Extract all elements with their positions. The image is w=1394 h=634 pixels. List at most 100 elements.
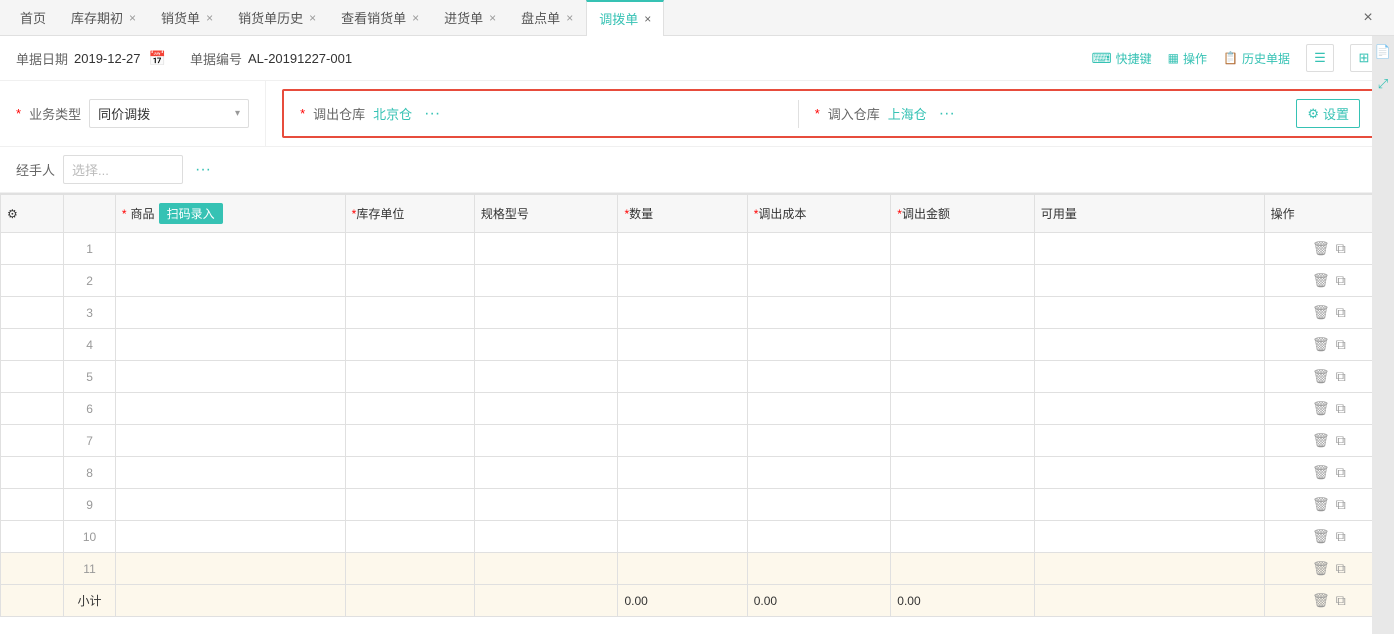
sidebar-note-icon[interactable]: 📄: [1375, 44, 1391, 60]
cell-product-5[interactable]: [115, 361, 345, 393]
cell-unit-6[interactable]: [345, 393, 474, 425]
settings-button[interactable]: ⚙ 设置: [1296, 99, 1360, 128]
history-button[interactable]: 📋 历史单据: [1223, 50, 1290, 67]
copy-icon-9[interactable]: ⧉: [1336, 496, 1346, 513]
shortcuts-button[interactable]: ⌨ 快捷键: [1091, 50, 1151, 67]
subtotal-copy-icon[interactable]: ⧉: [1336, 592, 1346, 609]
cell-spec-5[interactable]: [474, 361, 618, 393]
sidebar-expand-icon[interactable]: ⤢: [1378, 76, 1388, 92]
tab-sales-order-close[interactable]: ×: [206, 11, 213, 25]
cell-product-9[interactable]: [115, 489, 345, 521]
subtotal-delete-icon[interactable]: 🗑: [1312, 592, 1330, 609]
cell-amount-11[interactable]: [891, 553, 1035, 585]
cell-product-1[interactable]: [115, 233, 345, 265]
tab-sales-order[interactable]: 销货单 ×: [149, 0, 226, 36]
cell-product-10[interactable]: [115, 521, 345, 553]
cell-cost-3[interactable]: [747, 297, 891, 329]
copy-icon-4[interactable]: ⧉: [1336, 336, 1346, 353]
tab-inventory-check[interactable]: 盘点单 ×: [509, 0, 586, 36]
cell-product-8[interactable]: [115, 457, 345, 489]
copy-icon-8[interactable]: ⧉: [1336, 464, 1346, 481]
cell-spec-7[interactable]: [474, 425, 618, 457]
cell-qty-6[interactable]: [618, 393, 747, 425]
cell-qty-7[interactable]: [618, 425, 747, 457]
cell-qty-3[interactable]: [618, 297, 747, 329]
cell-cost-7[interactable]: [747, 425, 891, 457]
delete-icon-1[interactable]: 🗑: [1312, 240, 1330, 257]
tab-view-sales-close[interactable]: ×: [412, 11, 419, 25]
delete-icon-5[interactable]: 🗑: [1312, 368, 1330, 385]
delete-icon-9[interactable]: 🗑: [1312, 496, 1330, 513]
handler-more-icon[interactable]: ···: [191, 161, 215, 179]
tab-transfer-order-close[interactable]: ×: [644, 12, 651, 26]
tab-purchase-order-close[interactable]: ×: [489, 11, 496, 25]
cell-qty-1[interactable]: [618, 233, 747, 265]
tab-sales-history-close[interactable]: ×: [309, 11, 316, 25]
cell-spec-10[interactable]: [474, 521, 618, 553]
cell-available-4[interactable]: [1034, 329, 1264, 361]
cell-cost-9[interactable]: [747, 489, 891, 521]
th-settings[interactable]: ⚙: [1, 195, 64, 233]
cell-qty-10[interactable]: [618, 521, 747, 553]
business-type-select[interactable]: 同价调拨 ▾: [89, 99, 249, 128]
tab-view-sales[interactable]: 查看销货单 ×: [329, 0, 432, 36]
scan-button[interactable]: 扫码录入: [159, 203, 223, 224]
out-warehouse-more-icon[interactable]: ···: [420, 105, 444, 123]
delete-icon-10[interactable]: 🗑: [1312, 528, 1330, 545]
cell-unit-8[interactable]: [345, 457, 474, 489]
cell-amount-4[interactable]: [891, 329, 1035, 361]
delete-icon-11[interactable]: 🗑: [1312, 560, 1330, 577]
cell-amount-9[interactable]: [891, 489, 1035, 521]
cell-amount-7[interactable]: [891, 425, 1035, 457]
cell-cost-11[interactable]: [747, 553, 891, 585]
delete-icon-7[interactable]: 🗑: [1312, 432, 1330, 449]
calendar-icon[interactable]: 📅: [149, 50, 166, 67]
tab-transfer-order[interactable]: 调拨单 ×: [586, 0, 664, 36]
cell-spec-4[interactable]: [474, 329, 618, 361]
cell-available-11[interactable]: [1034, 553, 1264, 585]
cell-available-2[interactable]: [1034, 265, 1264, 297]
cell-amount-5[interactable]: [891, 361, 1035, 393]
cell-cost-10[interactable]: [747, 521, 891, 553]
cell-available-6[interactable]: [1034, 393, 1264, 425]
cell-amount-8[interactable]: [891, 457, 1035, 489]
cell-cost-8[interactable]: [747, 457, 891, 489]
tab-home[interactable]: 首页: [8, 0, 59, 36]
cell-cost-2[interactable]: [747, 265, 891, 297]
cell-product-4[interactable]: [115, 329, 345, 361]
operations-button[interactable]: ▦ 操作: [1168, 50, 1207, 67]
copy-icon-1[interactable]: ⧉: [1336, 240, 1346, 257]
cell-cost-6[interactable]: [747, 393, 891, 425]
tab-inventory-check-close[interactable]: ×: [566, 11, 573, 25]
cell-cost-1[interactable]: [747, 233, 891, 265]
cell-available-8[interactable]: [1034, 457, 1264, 489]
cell-qty-9[interactable]: [618, 489, 747, 521]
cell-spec-6[interactable]: [474, 393, 618, 425]
tab-inventory-init-close[interactable]: ×: [129, 11, 136, 25]
cell-spec-2[interactable]: [474, 265, 618, 297]
window-close-button[interactable]: ×: [1350, 0, 1386, 36]
cell-unit-10[interactable]: [345, 521, 474, 553]
cell-unit-1[interactable]: [345, 233, 474, 265]
cell-unit-7[interactable]: [345, 425, 474, 457]
cell-unit-11[interactable]: [345, 553, 474, 585]
cell-available-7[interactable]: [1034, 425, 1264, 457]
copy-icon-5[interactable]: ⧉: [1336, 368, 1346, 385]
cell-unit-2[interactable]: [345, 265, 474, 297]
cell-qty-2[interactable]: [618, 265, 747, 297]
tab-sales-history[interactable]: 销货单历史 ×: [226, 0, 329, 36]
cell-unit-4[interactable]: [345, 329, 474, 361]
copy-icon-2[interactable]: ⧉: [1336, 272, 1346, 289]
cell-amount-10[interactable]: [891, 521, 1035, 553]
cell-amount-1[interactable]: [891, 233, 1035, 265]
copy-icon-10[interactable]: ⧉: [1336, 528, 1346, 545]
cell-product-7[interactable]: [115, 425, 345, 457]
copy-icon-6[interactable]: ⧉: [1336, 400, 1346, 417]
delete-icon-4[interactable]: 🗑: [1312, 336, 1330, 353]
cell-cost-5[interactable]: [747, 361, 891, 393]
cell-qty-4[interactable]: [618, 329, 747, 361]
copy-icon-11[interactable]: ⧉: [1336, 560, 1346, 577]
cell-spec-3[interactable]: [474, 297, 618, 329]
cell-product-3[interactable]: [115, 297, 345, 329]
cell-qty-5[interactable]: [618, 361, 747, 393]
